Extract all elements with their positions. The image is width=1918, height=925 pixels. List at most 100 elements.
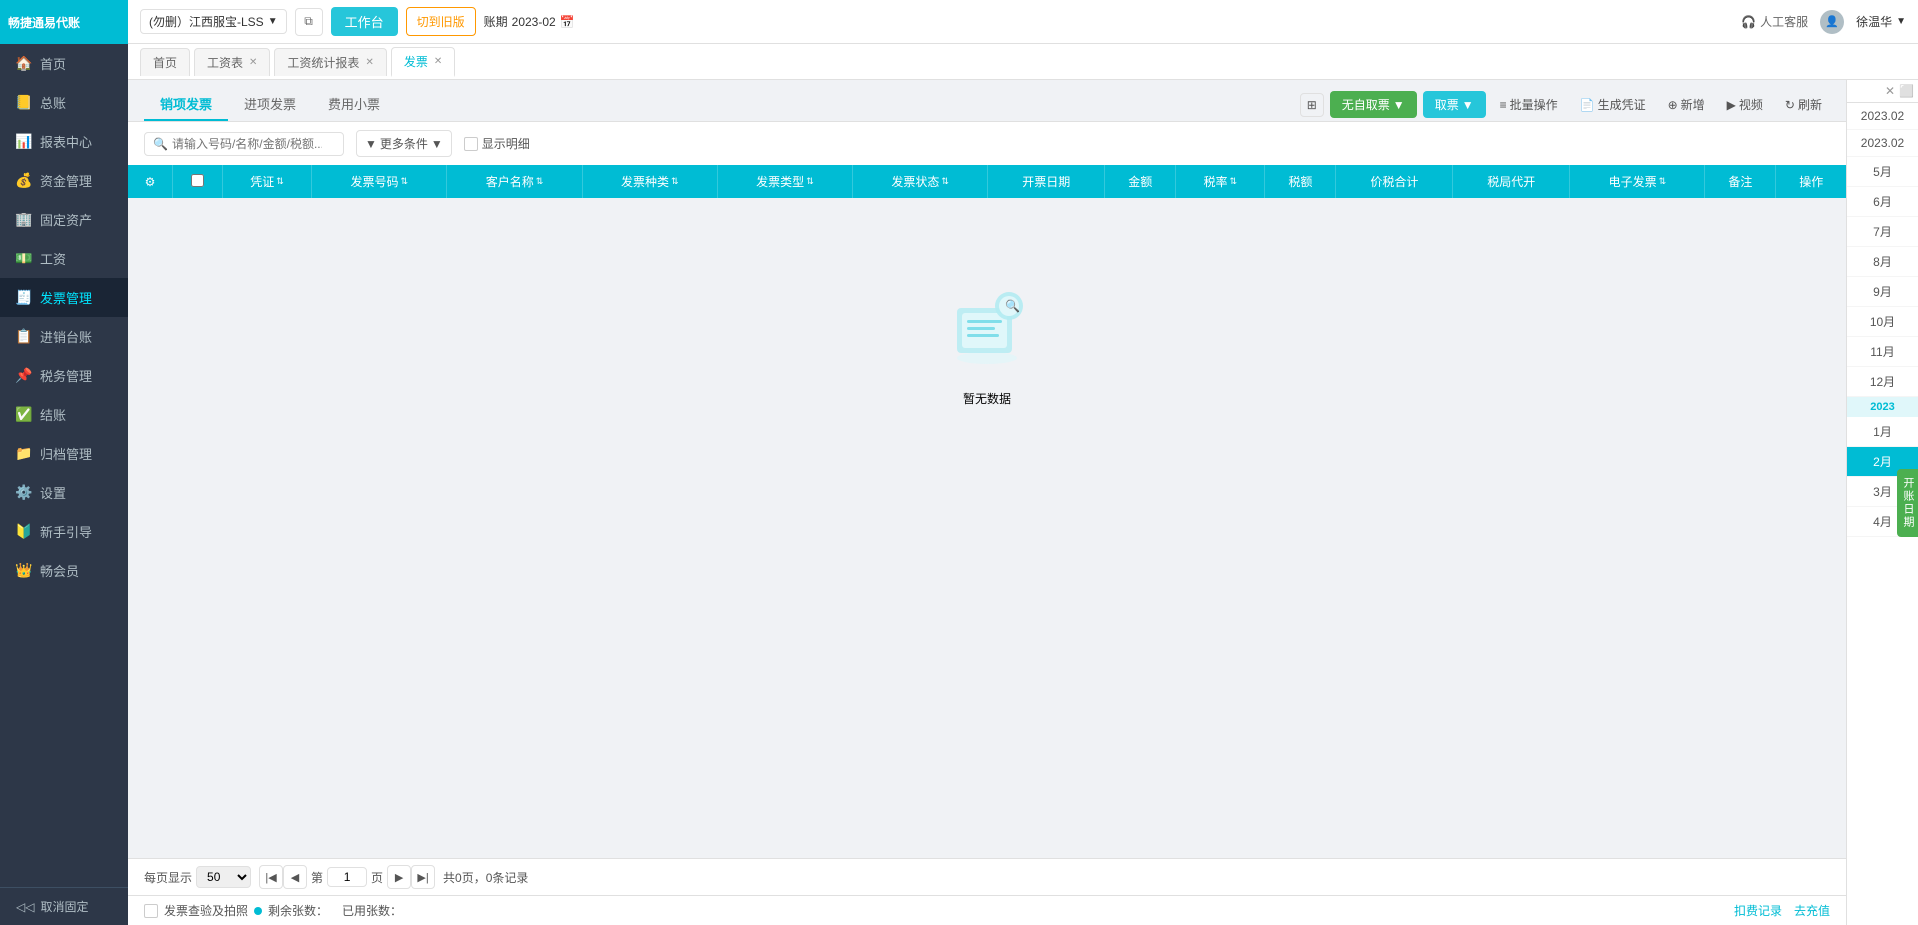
date-entry-0[interactable]: 2023.02: [1847, 103, 1918, 130]
show-detail-checkbox[interactable]: [464, 137, 478, 151]
per-page-select[interactable]: 501020100: [196, 866, 251, 888]
search-input[interactable]: [172, 137, 322, 151]
tab-首页[interactable]: 首页: [140, 48, 190, 76]
th-sort-3[interactable]: 发票号码⇅: [350, 173, 408, 190]
deduct-record-link[interactable]: 扣费记录: [1734, 902, 1782, 919]
close-panel-icon[interactable]: ✕: [1885, 84, 1895, 98]
last-page-button[interactable]: ▶|: [411, 865, 435, 889]
subtab-进项发票[interactable]: 进项发票: [228, 88, 312, 121]
next-page-button[interactable]: ▶: [387, 865, 411, 889]
tab-close-2[interactable]: ✕: [365, 57, 373, 68]
total-text: 共0页，0条记录: [443, 869, 528, 886]
th-7[interactable]: 发票状态⇅: [853, 165, 988, 198]
sidebar-item-进销台账[interactable]: 📋进销台账: [0, 317, 128, 356]
th-10[interactable]: 税率⇅: [1176, 165, 1265, 198]
workspace-button[interactable]: 工作台: [331, 7, 398, 36]
date-entry-1[interactable]: 2023.02: [1847, 130, 1918, 157]
show-detail-label[interactable]: 显示明细: [464, 135, 530, 152]
tab-close-1[interactable]: ✕: [249, 57, 257, 68]
sidebar-item-归档管理[interactable]: 📁归档管理: [0, 434, 128, 473]
sidebar-bottom-pin[interactable]: ◁◁ 取消固定: [0, 887, 128, 925]
subtab-费用小票[interactable]: 费用小票: [312, 88, 396, 121]
th-sort-5[interactable]: 发票种类⇅: [621, 173, 679, 190]
select-all-checkbox[interactable]: [191, 174, 204, 187]
new-button[interactable]: ⊕ 新增: [1660, 92, 1713, 117]
batch-op-button[interactable]: ≡ 批量操作: [1492, 92, 1566, 117]
search-box[interactable]: 🔍: [144, 132, 344, 156]
refresh-button[interactable]: ↻ 刷新: [1777, 92, 1830, 117]
main-content: (勿删）江西服宝-LSS ▼ ⧉ 工作台 切到旧版 账期 2023-02 📅 🎧…: [128, 0, 1918, 925]
th-6[interactable]: 发票类型⇅: [717, 165, 852, 198]
sidebar-icon-5: 💵: [16, 251, 32, 267]
sidebar-item-税务管理[interactable]: 📌税务管理: [0, 356, 128, 395]
generate-cert-button[interactable]: 📄 生成凭证: [1572, 92, 1654, 117]
prev-page-button[interactable]: ◀: [283, 865, 307, 889]
open-date-btn[interactable]: 开账日期: [1897, 469, 1918, 537]
expand-icon[interactable]: ⬜: [1899, 84, 1914, 98]
match-ticket-button[interactable]: 取票 ▼: [1423, 91, 1486, 118]
month-item-2[interactable]: 7月: [1847, 217, 1918, 247]
tab-label-0: 首页: [153, 54, 177, 71]
th-4[interactable]: 客户名称⇅: [447, 165, 582, 198]
sidebar-item-固定资产[interactable]: 🏢固定资产: [0, 200, 128, 239]
more-filter-button[interactable]: ▼ 更多条件 ▼: [356, 130, 452, 157]
th-sort-6[interactable]: 发票类型⇅: [756, 173, 814, 190]
th-sort-10[interactable]: 税率⇅: [1204, 173, 1238, 190]
th-sort-7[interactable]: 发票状态⇅: [891, 173, 949, 190]
video-button[interactable]: ▶ 视频: [1719, 92, 1771, 117]
month-item-6[interactable]: 11月: [1847, 337, 1918, 367]
th-2[interactable]: 凭证⇅: [222, 165, 311, 198]
recharge-link[interactable]: 去充值: [1794, 902, 1830, 919]
th-sort-4[interactable]: 客户名称⇅: [486, 173, 544, 190]
first-page-button[interactable]: |◀: [259, 865, 283, 889]
sidebar-item-首页[interactable]: 🏠首页: [0, 44, 128, 83]
year-2023-label[interactable]: 2023: [1847, 397, 1918, 417]
switch-version-button[interactable]: 切到旧版: [406, 7, 476, 36]
sidebar-item-畅会员[interactable]: 👑畅会员: [0, 551, 128, 590]
sidebar-item-报表中心[interactable]: 📊报表中心: [0, 122, 128, 161]
sort-icon-2: ⇅: [276, 176, 284, 187]
video-label: 视频: [1739, 96, 1763, 113]
th-sort-2[interactable]: 凭证⇅: [250, 173, 284, 190]
tab-工资统计报表[interactable]: 工资统计报表✕: [274, 48, 386, 76]
month-item-1[interactable]: 6月: [1847, 187, 1918, 217]
filter-label: 更多条件: [380, 135, 428, 152]
company-selector[interactable]: (勿删）江西服宝-LSS ▼: [140, 9, 287, 34]
sidebar-item-结账[interactable]: ✅结账: [0, 395, 128, 434]
year2-month-item-0[interactable]: 1月: [1847, 417, 1918, 447]
page-input[interactable]: [327, 867, 367, 887]
month-item-4[interactable]: 9月: [1847, 277, 1918, 307]
sidebar-label-9: 结账: [40, 405, 66, 424]
no-match-label: 无自取票: [1342, 96, 1390, 113]
th-3[interactable]: 发票号码⇅: [312, 165, 447, 198]
subtab-销项发票[interactable]: 销项发票: [144, 88, 228, 121]
sidebar-item-总账[interactable]: 📒总账: [0, 83, 128, 122]
pin-label: 取消固定: [40, 898, 88, 915]
sidebar-item-新手引导[interactable]: 🔰新手引导: [0, 512, 128, 551]
tab-工资表[interactable]: 工资表✕: [194, 48, 270, 76]
tab-发票[interactable]: 发票✕: [391, 47, 455, 77]
sidebar-item-设置[interactable]: ⚙️设置: [0, 473, 128, 512]
username: 徐温华: [1856, 13, 1892, 30]
th-sort-14[interactable]: 电子发票⇅: [1609, 173, 1667, 190]
batch-label: 批量操作: [1510, 96, 1558, 113]
month-item-0[interactable]: 5月: [1847, 157, 1918, 187]
user-menu[interactable]: 徐温华 ▼: [1856, 13, 1906, 30]
no-match-ticket-button[interactable]: 无自取票 ▼: [1330, 91, 1417, 118]
month-item-3[interactable]: 8月: [1847, 247, 1918, 277]
copy-button[interactable]: ⧉: [295, 8, 323, 36]
sort-icon-5: ⇅: [671, 176, 679, 187]
th-14[interactable]: 电子发票⇅: [1570, 165, 1705, 198]
sidebar-item-工资[interactable]: 💵工资: [0, 239, 128, 278]
month-item-7[interactable]: 12月: [1847, 367, 1918, 397]
grid-view-icon[interactable]: ⊞: [1300, 93, 1324, 117]
service-button[interactable]: 🎧 人工客服: [1741, 13, 1808, 30]
check-checkbox[interactable]: [144, 904, 158, 918]
sidebar-icon-1: 📒: [16, 95, 32, 111]
th-5[interactable]: 发票种类⇅: [582, 165, 717, 198]
month-item-5[interactable]: 10月: [1847, 307, 1918, 337]
sidebar-item-发票管理[interactable]: 🧾发票管理: [0, 278, 128, 317]
sidebar-item-资金管理[interactable]: 💰资金管理: [0, 161, 128, 200]
bottom-bar: 发票查验及拍照 剩余张数： 已用张数： 扣费记录 去充值: [128, 895, 1846, 925]
tab-close-3[interactable]: ✕: [434, 56, 442, 67]
